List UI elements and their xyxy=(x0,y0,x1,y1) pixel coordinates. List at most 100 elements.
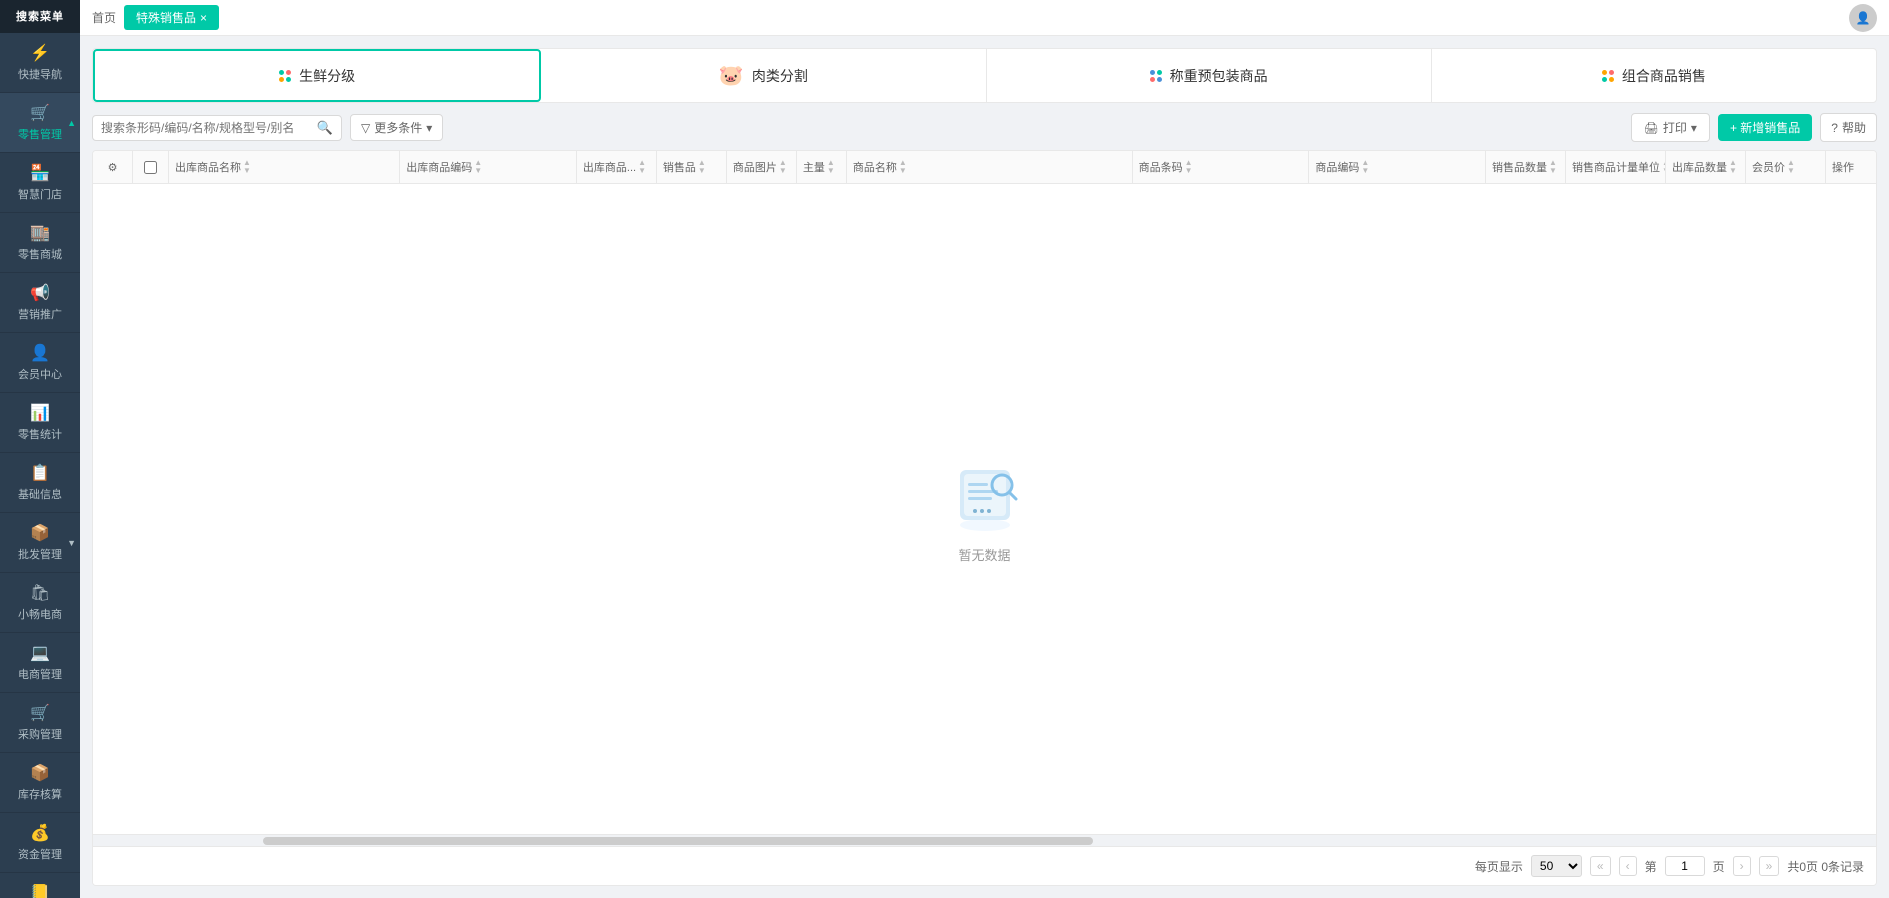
th-unit-label: 销售商品计量单位 xyxy=(1572,159,1660,175)
sidebar-item-wholesale[interactable]: 📦 批发管理 ▼ xyxy=(0,513,80,573)
sidebar-item-label: 零售统计 xyxy=(18,426,62,442)
sidebar-item-finance[interactable]: 💰 资金管理 xyxy=(0,813,80,873)
filter-label: 更多条件 xyxy=(374,119,422,136)
home-link[interactable]: 首页 xyxy=(92,9,116,26)
tab-close-icon[interactable]: × xyxy=(200,11,207,25)
inventory-icon: 📦 xyxy=(30,763,50,783)
tab-meat-split[interactable]: 🐷 肉类分割 xyxy=(541,49,986,102)
data-table: ⚙ 出库商品名称 ▲▼ 出库商品编码 ▲▼ 出库商品... ▲▼ xyxy=(92,150,1877,886)
horizontal-scrollbar[interactable] xyxy=(93,834,1876,846)
th-price-label: 会员价 xyxy=(1752,159,1785,175)
th-out-qty-label: 出库品数量 xyxy=(1672,159,1727,175)
mini-ecom-icon: 🛍 xyxy=(30,583,50,603)
help-icon: ? xyxy=(1831,121,1838,135)
sidebar-item-member[interactable]: 👤 会员中心 xyxy=(0,333,80,393)
sidebar-item-marketing[interactable]: 📢 营销推广 xyxy=(0,273,80,333)
sidebar-item-mini-ecom[interactable]: 🛍 小畅电商 xyxy=(0,573,80,633)
gear-icon: ⚙ xyxy=(108,161,118,174)
member-icon: 👤 xyxy=(30,343,50,363)
next-page-button[interactable]: › xyxy=(1733,856,1751,876)
tab-weight-package[interactable]: 称重预包装商品 xyxy=(987,49,1432,102)
page-number-input[interactable] xyxy=(1665,856,1705,876)
sort-arrows[interactable]: ▲▼ xyxy=(899,159,907,175)
sidebar-item-ecom-manage[interactable]: 💻 电商管理 xyxy=(0,633,80,693)
th-main: 主量 ▲▼ xyxy=(797,151,847,183)
sidebar-item-general-ledger[interactable]: 📒 总账管理 xyxy=(0,873,80,898)
th-qty: 销售品数量 ▲▼ xyxy=(1486,151,1566,183)
tab-fresh-grade[interactable]: 生鲜分级 xyxy=(93,49,541,102)
sort-arrows[interactable]: ▲▼ xyxy=(779,159,787,175)
add-sales-button[interactable]: + 新增销售品 xyxy=(1718,114,1812,141)
th-name-label: 商品名称 xyxy=(853,159,897,175)
sidebar-item-label: 零售商城 xyxy=(18,246,62,262)
th-barcode: 商品条码 ▲▼ xyxy=(1133,151,1310,183)
th-sales: 销售品 ▲▼ xyxy=(657,151,727,183)
tab-combo[interactable]: 组合商品销售 xyxy=(1432,49,1876,102)
th-ops: 操作 xyxy=(1826,151,1876,183)
sidebar-item-retail-mall[interactable]: 🏬 零售商城 xyxy=(0,213,80,273)
sidebar-item-smart-store[interactable]: 🏪 智慧门店 xyxy=(0,153,80,213)
first-page-button[interactable]: « xyxy=(1590,856,1611,876)
page-size-label: 每页显示 xyxy=(1475,858,1523,875)
sidebar-item-inventory[interactable]: 📦 库存核算 xyxy=(0,753,80,813)
th-qty-label: 销售品数量 xyxy=(1492,159,1547,175)
sidebar-item-basic-info[interactable]: 📋 基础信息 xyxy=(0,453,80,513)
page-label-before: 第 xyxy=(1645,858,1657,875)
meat-split-icon: 🐷 xyxy=(719,63,744,88)
sort-arrows[interactable]: ▲▼ xyxy=(1361,159,1369,175)
th-name: 商品名称 ▲▼ xyxy=(847,151,1133,183)
sidebar-item-label: 营销推广 xyxy=(18,306,62,322)
breadcrumb: 首页 xyxy=(92,9,116,26)
last-page-button[interactable]: » xyxy=(1759,856,1780,876)
th-gear[interactable]: ⚙ xyxy=(93,151,133,183)
prev-page-button[interactable]: ‹ xyxy=(1619,856,1637,876)
sidebar-item-purchase[interactable]: 🛒 采购管理 xyxy=(0,693,80,753)
tab-weight-package-label: 称重预包装商品 xyxy=(1170,66,1268,86)
th-check[interactable] xyxy=(133,151,169,183)
th-ops-label: 操作 xyxy=(1832,159,1854,175)
search-input[interactable] xyxy=(101,121,317,135)
print-button[interactable]: 🖨 打印 ▾ xyxy=(1631,113,1710,142)
purchase-icon: 🛒 xyxy=(30,703,50,723)
sort-arrows[interactable]: ▲▼ xyxy=(638,159,646,175)
filter-button[interactable]: ▽ 更多条件 ▾ xyxy=(350,114,443,141)
sidebar-item-retail[interactable]: 🛒 零售管理 ▲ xyxy=(0,93,80,153)
basic-info-icon: 📋 xyxy=(30,463,50,483)
page-size-select[interactable]: 50 100 200 xyxy=(1531,855,1582,877)
sidebar-item-quick-nav[interactable]: ⚡ 快捷导航 xyxy=(0,33,80,93)
sort-arrows[interactable]: ▲▼ xyxy=(1185,159,1193,175)
avatar[interactable]: 👤 xyxy=(1849,4,1877,32)
sidebar-logo[interactable]: 搜索菜单 xyxy=(0,0,80,33)
sidebar-item-label: 快捷导航 xyxy=(18,66,62,82)
help-label: 帮助 xyxy=(1842,119,1866,136)
sort-arrows[interactable]: ▲▼ xyxy=(1729,159,1737,175)
sort-arrows[interactable]: ▲▼ xyxy=(827,159,835,175)
tab-meat-split-label: 肉类分割 xyxy=(752,66,808,86)
th-img-label: 商品图片 xyxy=(733,159,777,175)
help-button[interactable]: ? 帮助 xyxy=(1820,113,1877,142)
sidebar-item-label: 资金管理 xyxy=(18,846,62,862)
sort-arrows[interactable]: ▲▼ xyxy=(243,159,251,175)
weight-package-icon xyxy=(1150,70,1162,82)
filter-arrow: ▾ xyxy=(426,121,432,135)
current-tab[interactable]: 特殊销售品 × xyxy=(124,5,219,30)
sidebar-item-label: 智慧门店 xyxy=(18,186,62,202)
sort-arrows[interactable]: ▲▼ xyxy=(1787,159,1795,175)
scrollbar-thumb[interactable] xyxy=(263,837,1093,845)
content: 生鲜分级 🐷 肉类分割 称重预包装商品 组合商品销售 xyxy=(80,36,1889,898)
general-ledger-icon: 📒 xyxy=(30,883,50,898)
sort-arrows[interactable]: ▲▼ xyxy=(698,159,706,175)
tab-combo-label: 组合商品销售 xyxy=(1622,66,1706,86)
search-box[interactable]: 🔍 xyxy=(92,115,342,141)
th-price: 会员价 ▲▼ xyxy=(1746,151,1826,183)
sidebar-item-label: 零售管理 xyxy=(18,126,62,142)
select-all-checkbox[interactable] xyxy=(144,161,157,174)
th-warehouse-name-label: 出库商品名称 xyxy=(175,159,241,175)
marketing-icon: 📢 xyxy=(30,283,50,303)
sort-arrows[interactable]: ▲▼ xyxy=(1549,159,1557,175)
sidebar-item-retail-stats[interactable]: 📊 零售统计 xyxy=(0,393,80,453)
th-img: 商品图片 ▲▼ xyxy=(727,151,797,183)
sort-arrows[interactable]: ▲▼ xyxy=(474,159,482,175)
print-arrow: ▾ xyxy=(1691,121,1697,135)
th-out-qty: 出库品数量 ▲▼ xyxy=(1666,151,1746,183)
